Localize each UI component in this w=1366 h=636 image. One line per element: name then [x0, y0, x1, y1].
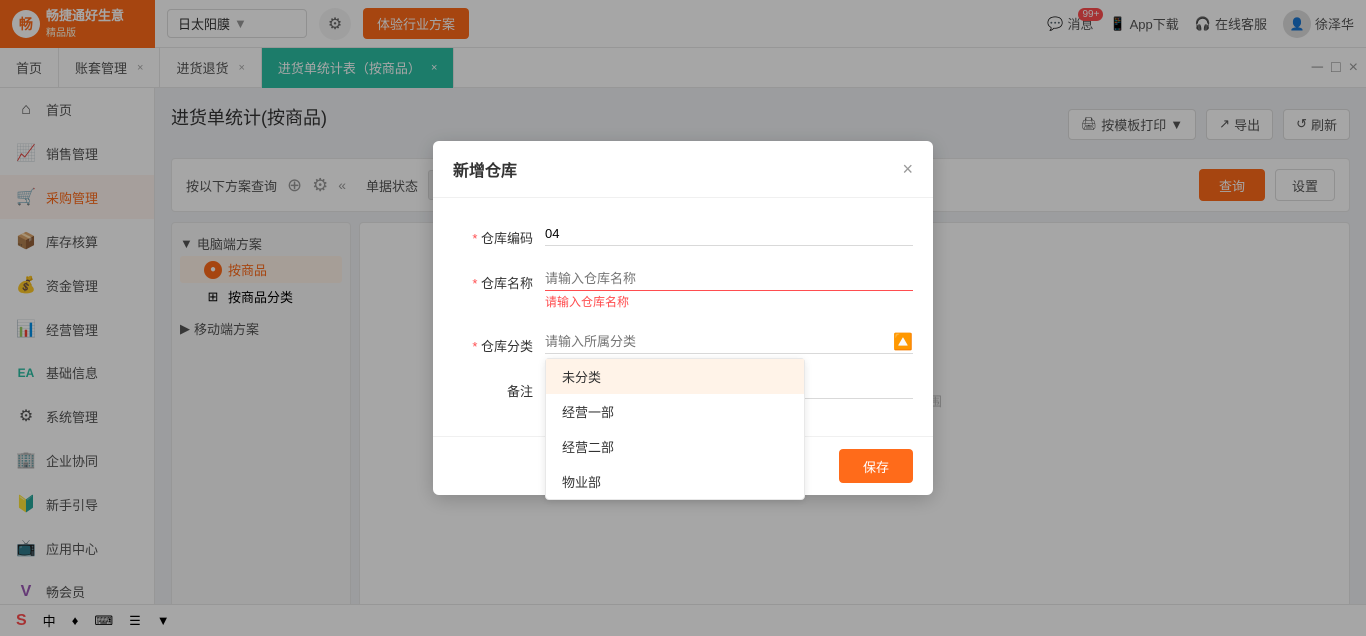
dropdown-option-2[interactable]: 经营二部	[546, 429, 804, 464]
category-label: 仓库分类	[453, 330, 533, 355]
form-row-name: 仓库名称 请输入仓库名称	[453, 267, 913, 310]
name-input-wrapper: 请输入仓库名称	[545, 267, 913, 310]
dropdown-option-1[interactable]: 经营一部	[546, 394, 804, 429]
category-arrow-icon[interactable]: 🔼	[893, 332, 913, 352]
code-label: 仓库编码	[453, 222, 533, 247]
note-label: 备注	[453, 375, 533, 400]
category-dropdown: 未分类 经营一部 经营二部 物业部	[545, 358, 805, 500]
code-input[interactable]	[545, 222, 913, 246]
modal-title: 新增仓库	[453, 157, 517, 181]
dropdown-option-3[interactable]: 物业部	[546, 464, 804, 499]
category-input[interactable]	[545, 330, 913, 354]
form-row-code: 仓库编码	[453, 222, 913, 247]
name-input[interactable]	[545, 267, 913, 291]
save-button[interactable]: 保存	[839, 449, 913, 483]
modal-body: 仓库编码 仓库名称 请输入仓库名称 仓库分类 🔼 未分类 经营一部	[433, 198, 933, 436]
name-label: 仓库名称	[453, 267, 533, 292]
form-row-category: 仓库分类 🔼 未分类 经营一部 经营二部 物业部	[453, 330, 913, 355]
category-select-wrapper: 🔼 未分类 经营一部 经营二部 物业部	[545, 330, 913, 354]
code-input-wrapper	[545, 222, 913, 246]
name-error-msg: 请输入仓库名称	[545, 293, 913, 310]
modal-header: 新增仓库 ×	[433, 141, 933, 198]
modal-close-icon[interactable]: ×	[902, 159, 913, 180]
dropdown-option-0[interactable]: 未分类	[546, 359, 804, 394]
add-warehouse-modal: 新增仓库 × 仓库编码 仓库名称 请输入仓库名称 仓库分类 🔼	[433, 141, 933, 495]
